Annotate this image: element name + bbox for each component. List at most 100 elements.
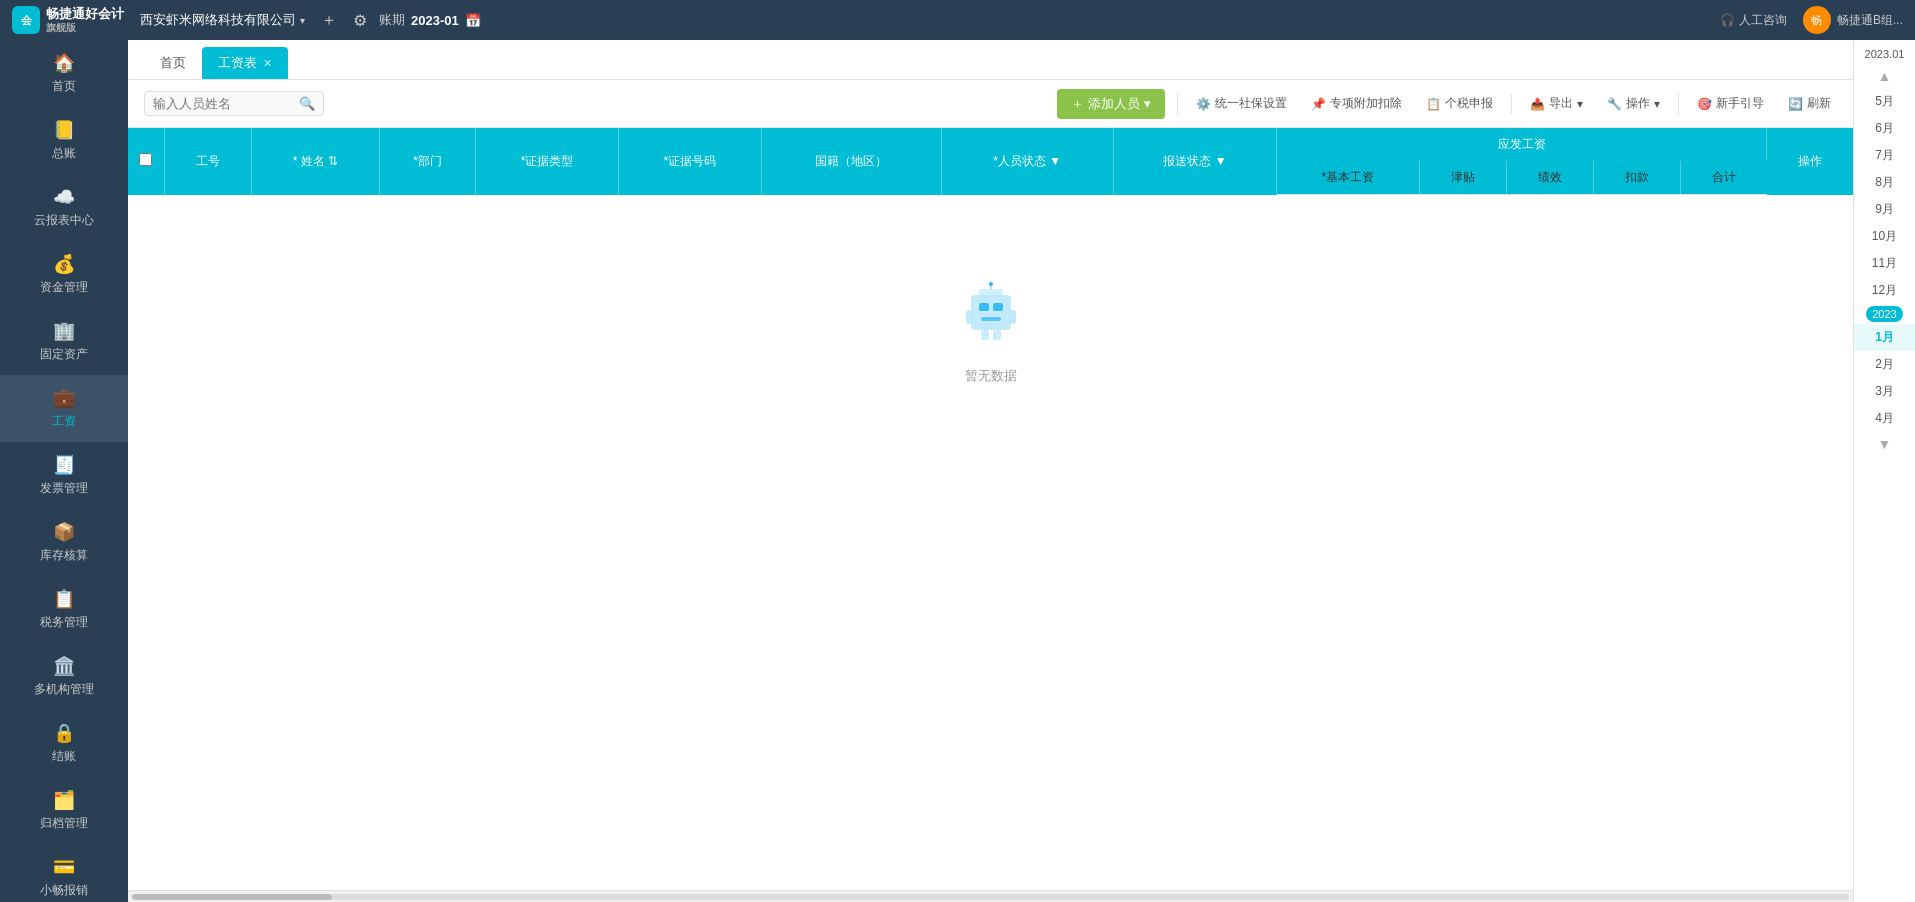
month-item-1[interactable]: 1月: [1854, 324, 1915, 351]
tab-home[interactable]: 首页: [144, 47, 202, 79]
sidebar-label-ledger: 总账: [52, 145, 76, 162]
personal-tax-icon: 📋: [1426, 97, 1441, 111]
month-item-12[interactable]: 12月: [1854, 277, 1915, 304]
svg-rect-0: [971, 295, 1011, 330]
company-name: 西安虾米网络科技有限公司: [140, 11, 296, 29]
company-dropdown[interactable]: 西安虾米网络科技有限公司 ▾: [140, 11, 305, 29]
th-id-type: *证据类型: [476, 128, 619, 195]
sidebar-item-archive[interactable]: 🗂️ 归档管理: [0, 777, 128, 844]
ledger-icon: 📒: [53, 119, 75, 141]
chevron-down-icon: ▾: [300, 15, 305, 26]
top-bar: 会 畅捷通好会计 旗舰版 西安虾米网络科技有限公司 ▾ ＋ ⚙ 账期 2023-…: [0, 0, 1915, 40]
th-performance: 绩效: [1506, 161, 1593, 195]
month-item-6[interactable]: 6月: [1854, 115, 1915, 142]
select-all-checkbox[interactable]: [139, 153, 152, 166]
sidebar-label-inventory: 库存核算: [40, 547, 88, 564]
month-item-9[interactable]: 9月: [1854, 196, 1915, 223]
avatar: 畅: [1803, 6, 1831, 34]
month-item-7[interactable]: 7月: [1854, 142, 1915, 169]
sidebar-label-invoice: 发票管理: [40, 480, 88, 497]
sidebar-item-salary[interactable]: 💼 工资: [0, 375, 128, 442]
archive-icon: 🗂️: [53, 789, 75, 811]
svg-rect-7: [993, 330, 1001, 340]
nav-tabs: 首页 工资表 ✕: [128, 40, 1853, 80]
headset-icon: 🎧: [1720, 13, 1735, 27]
sidebar-label-cloud: 云报表中心: [34, 212, 94, 229]
month-item-10[interactable]: 10月: [1854, 223, 1915, 250]
settings-button[interactable]: ⚙: [349, 7, 371, 34]
svg-point-10: [989, 282, 993, 286]
month-next-button[interactable]: ▼: [1874, 432, 1896, 456]
scrollbar-track: [132, 894, 1849, 900]
social-security-action[interactable]: ⚙️ 统一社保设置: [1190, 91, 1293, 116]
month-item-11[interactable]: 11月: [1854, 250, 1915, 277]
horizontal-scrollbar[interactable]: [128, 890, 1853, 902]
table-container: 工号 * 姓名 ⇅ *部门 *证据类型 *证据号码 国籍（地区） *人员状态 ▼…: [128, 128, 1853, 890]
year-2023-label: 2023: [1866, 306, 1902, 322]
topbar-right: 🎧 人工咨询 畅 畅捷通B组...: [1720, 6, 1903, 34]
scrollbar-thumb[interactable]: [132, 894, 332, 900]
special-deduct-label: 专项附加扣除: [1330, 95, 1402, 112]
sidebar-item-tax[interactable]: 📋 税务管理: [0, 576, 128, 643]
sidebar-item-asset[interactable]: 🏢 固定资产: [0, 308, 128, 375]
close-tab-icon[interactable]: ✕: [263, 57, 272, 70]
salary-icon: 💼: [53, 387, 75, 409]
th-id-num: *证据号码: [618, 128, 761, 195]
export-icon: 📤: [1530, 97, 1545, 111]
empty-icon: [951, 275, 1031, 355]
empty-text: 暂无数据: [965, 367, 1017, 385]
search-box[interactable]: 🔍: [144, 91, 324, 116]
logo-sub: 旗舰版: [46, 22, 124, 34]
refresh-icon: 🔄: [1788, 97, 1803, 111]
close-period-icon: 🔒: [53, 722, 75, 744]
month-item-2[interactable]: 2月: [1854, 351, 1915, 378]
sidebar-item-multi[interactable]: 🏛️ 多机构管理: [0, 643, 128, 710]
export-dropdown-icon: ▾: [1577, 97, 1583, 111]
sidebar-item-expense[interactable]: 💳 小畅报销: [0, 844, 128, 902]
tab-home-label: 首页: [160, 54, 186, 72]
separator-3: [1678, 94, 1679, 114]
th-salary-group: 应发工资: [1276, 128, 1766, 161]
sidebar-item-close[interactable]: 🔒 结账: [0, 710, 128, 777]
invoice-icon: 🧾: [53, 454, 75, 476]
guide-action[interactable]: 🎯 新手引导: [1691, 91, 1770, 116]
add-person-button[interactable]: ＋ 添加人员 ▾: [1057, 89, 1165, 119]
month-prev-button[interactable]: ▲: [1874, 64, 1896, 88]
add-company-button[interactable]: ＋: [317, 6, 341, 35]
operation-icon: 🔧: [1607, 97, 1622, 111]
service-button[interactable]: 🎧 人工咨询: [1720, 12, 1787, 29]
export-action[interactable]: 📤 导出 ▾: [1524, 91, 1589, 116]
sidebar-item-inventory[interactable]: 📦 库存核算: [0, 509, 128, 576]
th-country: 国籍（地区）: [761, 128, 941, 195]
month-item-3[interactable]: 3月: [1854, 378, 1915, 405]
month-item-8[interactable]: 8月: [1854, 169, 1915, 196]
period-value: 2023-01: [411, 13, 459, 28]
period-label: 账期: [379, 11, 405, 29]
svg-rect-2: [993, 303, 1003, 311]
operation-action[interactable]: 🔧 操作 ▾: [1601, 91, 1666, 116]
sidebar-item-fund[interactable]: 💰 资金管理: [0, 241, 128, 308]
sidebar-item-cloud[interactable]: ☁️ 云报表中心: [0, 174, 128, 241]
cloud-icon: ☁️: [53, 186, 75, 208]
month-item-5[interactable]: 5月: [1854, 88, 1915, 115]
home-icon: 🏠: [53, 52, 75, 74]
sidebar-item-ledger[interactable]: 📒 总账: [0, 107, 128, 174]
add-btn-label: 添加人员: [1088, 95, 1140, 113]
th-dept: *部门: [380, 128, 476, 195]
user-label: 畅捷通B组...: [1837, 12, 1903, 29]
add-dropdown-icon: ▾: [1144, 96, 1151, 111]
search-input[interactable]: [153, 96, 293, 111]
tab-salary-table[interactable]: 工资表 ✕: [202, 47, 288, 79]
personal-tax-action[interactable]: 📋 个税申报: [1420, 91, 1499, 116]
sidebar-item-invoice[interactable]: 🧾 发票管理: [0, 442, 128, 509]
month-item-4[interactable]: 4月: [1854, 405, 1915, 432]
logo: 会 畅捷通好会计 旗舰版: [12, 6, 124, 34]
th-allowance: 津贴: [1419, 161, 1506, 195]
special-deduct-action[interactable]: 📌 专项附加扣除: [1305, 91, 1408, 116]
logo-text: 畅捷通好会计 旗舰版: [46, 6, 124, 34]
calendar-icon[interactable]: 📅: [465, 13, 481, 28]
operation-label: 操作: [1626, 95, 1650, 112]
refresh-action[interactable]: 🔄 刷新: [1782, 91, 1837, 116]
sidebar-item-home[interactable]: 🏠 首页: [0, 40, 128, 107]
user-area[interactable]: 畅 畅捷通B组...: [1803, 6, 1903, 34]
